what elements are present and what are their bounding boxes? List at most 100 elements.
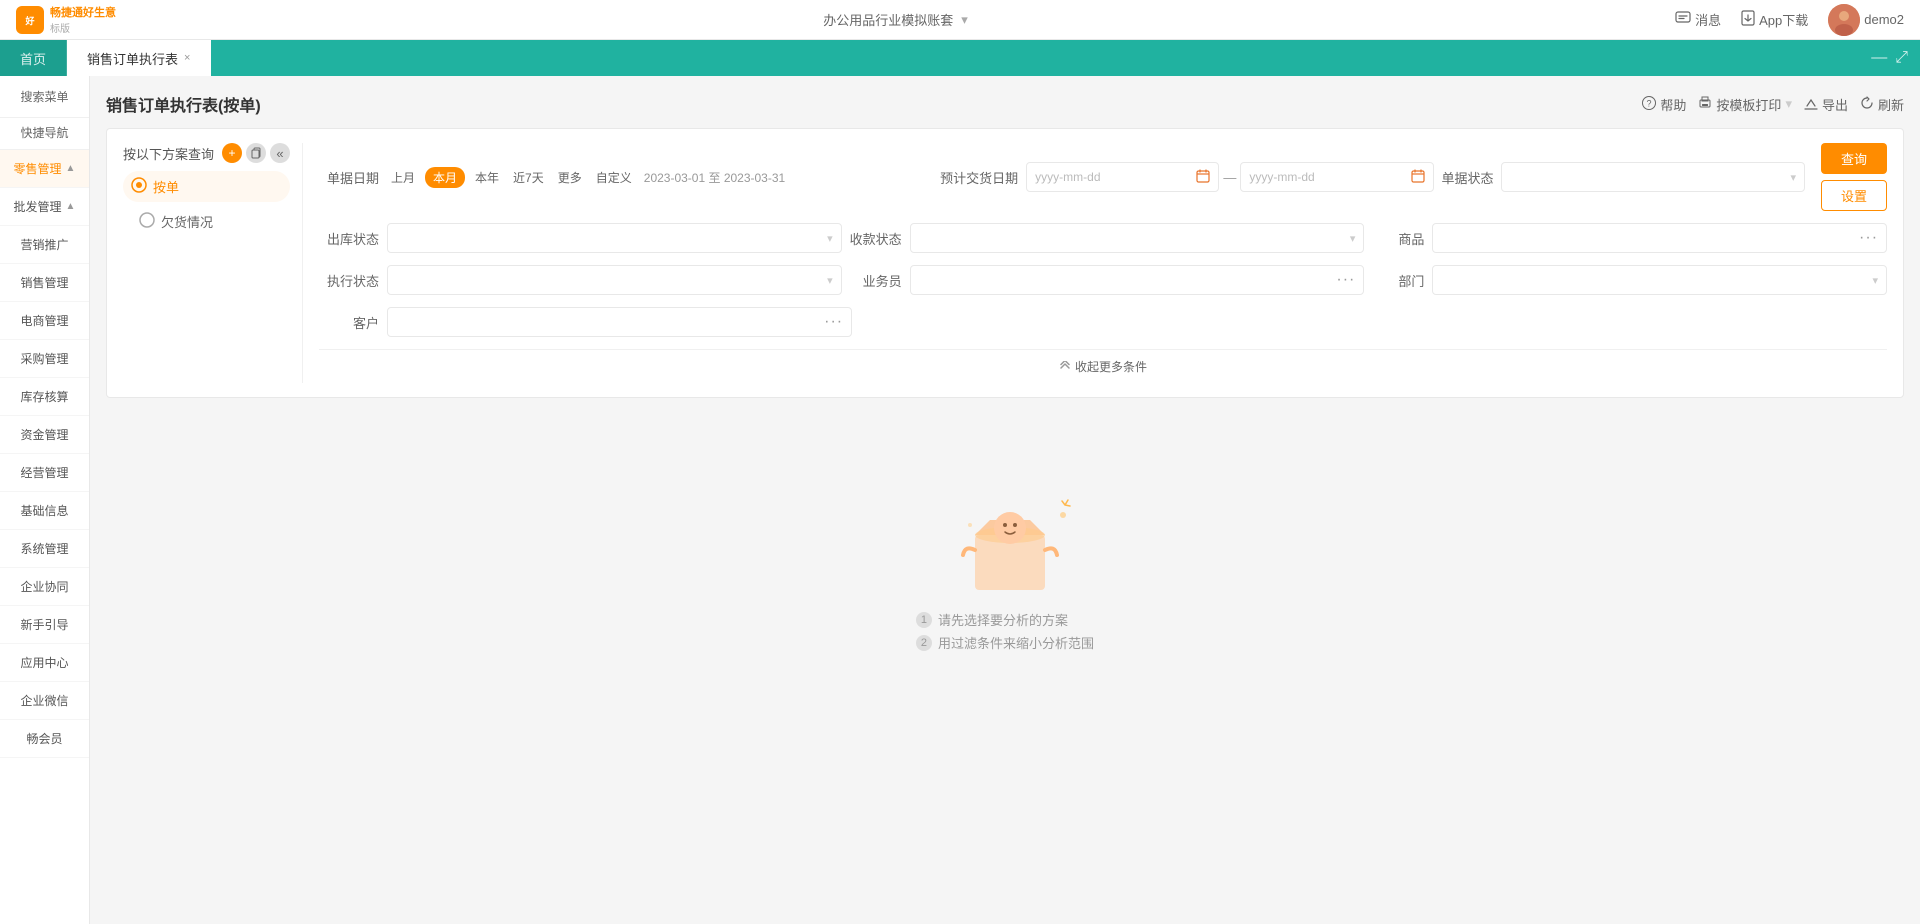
- export-button[interactable]: 导出: [1804, 95, 1848, 114]
- page-actions: ? 帮助 按模板打印 ▾: [1642, 95, 1904, 114]
- sidebar-item-member[interactable]: 畅会员: [0, 720, 89, 758]
- sidebar-item-wholesale[interactable]: 批发管理 ▲: [0, 188, 89, 226]
- sidebar-item-sales[interactable]: 销售管理: [0, 264, 89, 302]
- avatar: [1828, 4, 1860, 36]
- last-7days-tag[interactable]: 近7天: [509, 167, 548, 188]
- retail-arrow: ▲: [66, 163, 76, 174]
- out-status-item: 出库状态 ▾: [319, 223, 842, 253]
- sidebar-item-finance[interactable]: 资金管理: [0, 416, 89, 454]
- filter-row-4: 客户 ···: [319, 307, 1887, 337]
- salesman-item: 业务员 ···: [842, 265, 1365, 295]
- goods-item: 商品 ···: [1364, 223, 1887, 253]
- forecast-date-end[interactable]: yyyy-mm-dd: [1240, 162, 1433, 192]
- salesman-select[interactable]: ···: [910, 265, 1365, 295]
- filter-fields-section: 单据日期 上月 本月 本年 近7天 更多 自定义 20: [303, 143, 1887, 383]
- print-dropdown-icon[interactable]: ▾: [1785, 96, 1792, 112]
- calendar-end-icon: [1411, 169, 1425, 186]
- plan-icon: [131, 177, 147, 196]
- empty-steps: 1 请先选择要分析的方案 2 用过滤条件来缩小分析范围: [916, 606, 1094, 656]
- add-plan-button[interactable]: +: [222, 143, 242, 163]
- sidebar-item-purchase[interactable]: 采购管理: [0, 340, 89, 378]
- empty-state: 1 请先选择要分析的方案 2 用过滤条件来缩小分析范围: [106, 410, 1904, 736]
- custom-tag[interactable]: 自定义: [592, 167, 636, 188]
- customer-select[interactable]: ···: [387, 307, 852, 337]
- sidebar-item-operations[interactable]: 经营管理: [0, 454, 89, 492]
- message-button[interactable]: 消息: [1675, 10, 1721, 29]
- sidebar-item-basic[interactable]: 基础信息: [0, 492, 89, 530]
- sidebar: 搜索菜单 快捷导航 零售管理 ▲ 批发管理 ▲ 营销推广 销售管理 电商管理 采…: [0, 76, 90, 924]
- status-select[interactable]: ▾: [1501, 162, 1805, 192]
- title-dropdown-icon[interactable]: ▾: [961, 12, 968, 28]
- collapse-filters-button[interactable]: 收起更多条件: [319, 349, 1887, 383]
- exec-status-label: 执行状态: [319, 271, 379, 290]
- copy-plan-button[interactable]: [246, 143, 266, 163]
- customer-more-icon: ···: [824, 313, 843, 331]
- tab-actions: — ⤢: [1871, 40, 1920, 76]
- salesman-label: 业务员: [842, 271, 902, 290]
- print-button[interactable]: 按模板打印 ▾: [1698, 95, 1792, 114]
- goods-select[interactable]: ···: [1432, 223, 1887, 253]
- date-range-display: 2023-03-01 至 2023-03-31: [644, 169, 785, 186]
- exec-status-select[interactable]: ▾: [387, 265, 842, 295]
- tab-minimize-icon[interactable]: —: [1871, 49, 1887, 67]
- sidebar-item-marketing[interactable]: 营销推广: [0, 226, 89, 264]
- sidebar-item-appstore[interactable]: 应用中心: [0, 644, 89, 682]
- last-month-tag[interactable]: 上月: [387, 167, 419, 188]
- main-layout: 搜索菜单 快捷导航 零售管理 ▲ 批发管理 ▲ 营销推广 销售管理 电商管理 采…: [0, 76, 1920, 924]
- search-menu-button[interactable]: 搜索菜单: [8, 84, 81, 109]
- svg-text:好: 好: [24, 15, 34, 26]
- plans-header-label: 按以下方案查询: [123, 144, 214, 163]
- app-name: 畅捷通好生意 标版: [50, 4, 116, 35]
- wholesale-arrow: ▲: [66, 201, 76, 212]
- sidebar-item-inventory[interactable]: 库存核算: [0, 378, 89, 416]
- filter-row-1: 单据日期 上月 本月 本年 近7天 更多 自定义 20: [319, 143, 1887, 211]
- forecast-start-placeholder: yyyy-mm-dd: [1035, 170, 1100, 184]
- page-title: 销售订单执行表(按单): [106, 92, 261, 116]
- filter-layout: 按以下方案查询 + «: [123, 143, 1887, 383]
- empty-illustration: [955, 490, 1055, 590]
- sidebar-item-newbie[interactable]: 新手引导: [0, 606, 89, 644]
- settings-button[interactable]: 设置: [1821, 180, 1887, 211]
- salesman-more-icon: ···: [1336, 271, 1355, 289]
- wholesale-label: 批发管理: [14, 198, 62, 215]
- help-button[interactable]: ? 帮助: [1642, 95, 1686, 114]
- tab-home[interactable]: 首页: [0, 40, 67, 76]
- collect-status-select[interactable]: ▾: [910, 223, 1365, 253]
- dept-label: 部门: [1364, 271, 1424, 290]
- forecast-end-placeholder: yyyy-mm-dd: [1249, 170, 1314, 184]
- sidebar-item-quick-nav[interactable]: 快捷导航: [0, 118, 89, 150]
- out-status-select[interactable]: ▾: [387, 223, 842, 253]
- sidebar-item-retail[interactable]: 零售管理 ▲: [0, 150, 89, 188]
- sidebar-item-system[interactable]: 系统管理: [0, 530, 89, 568]
- tab-close-button[interactable]: ×: [184, 52, 190, 64]
- export-icon: [1804, 96, 1818, 113]
- sidebar-item-ecommerce[interactable]: 电商管理: [0, 302, 89, 340]
- this-month-tag[interactable]: 本月: [425, 167, 465, 188]
- home-tab-label: 首页: [20, 49, 46, 68]
- collapse-plans-button[interactable]: «: [270, 143, 290, 163]
- retail-label: 零售管理: [14, 160, 62, 177]
- plan-action-buttons: + «: [222, 143, 290, 163]
- sidebar-item-wecom[interactable]: 企业微信: [0, 682, 89, 720]
- more-tag[interactable]: 更多: [554, 167, 586, 188]
- refresh-button[interactable]: 刷新: [1860, 95, 1904, 114]
- filter-plans-section: 按以下方案查询 + «: [123, 143, 303, 383]
- sidebar-item-enterprise[interactable]: 企业协同: [0, 568, 89, 606]
- tab-maximize-icon[interactable]: ⤢: [1895, 49, 1908, 67]
- plan-item-order[interactable]: 按单: [123, 171, 290, 202]
- user-avatar-button[interactable]: demo2: [1828, 4, 1904, 36]
- dept-select[interactable]: ▾: [1432, 265, 1887, 295]
- app-title: 办公用品行业模拟账套: [823, 10, 953, 29]
- forecast-date-start[interactable]: yyyy-mm-dd: [1026, 162, 1219, 192]
- filter-row-3: 执行状态 ▾ 业务员 ···: [319, 265, 1887, 295]
- plan-sub-icon: [139, 212, 155, 231]
- tab-sales-order[interactable]: 销售订单执行表 ×: [67, 40, 211, 76]
- this-year-tag[interactable]: 本年: [471, 167, 503, 188]
- customer-item: 客户 ···: [319, 307, 852, 337]
- exec-status-arrow: ▾: [827, 274, 833, 287]
- plan-item-owe[interactable]: 欠货情况: [123, 206, 290, 237]
- goods-more-icon: ···: [1859, 229, 1878, 247]
- query-button[interactable]: 查询: [1821, 143, 1887, 174]
- app-download-button[interactable]: App下载: [1741, 10, 1808, 29]
- out-status-label: 出库状态: [319, 229, 379, 248]
